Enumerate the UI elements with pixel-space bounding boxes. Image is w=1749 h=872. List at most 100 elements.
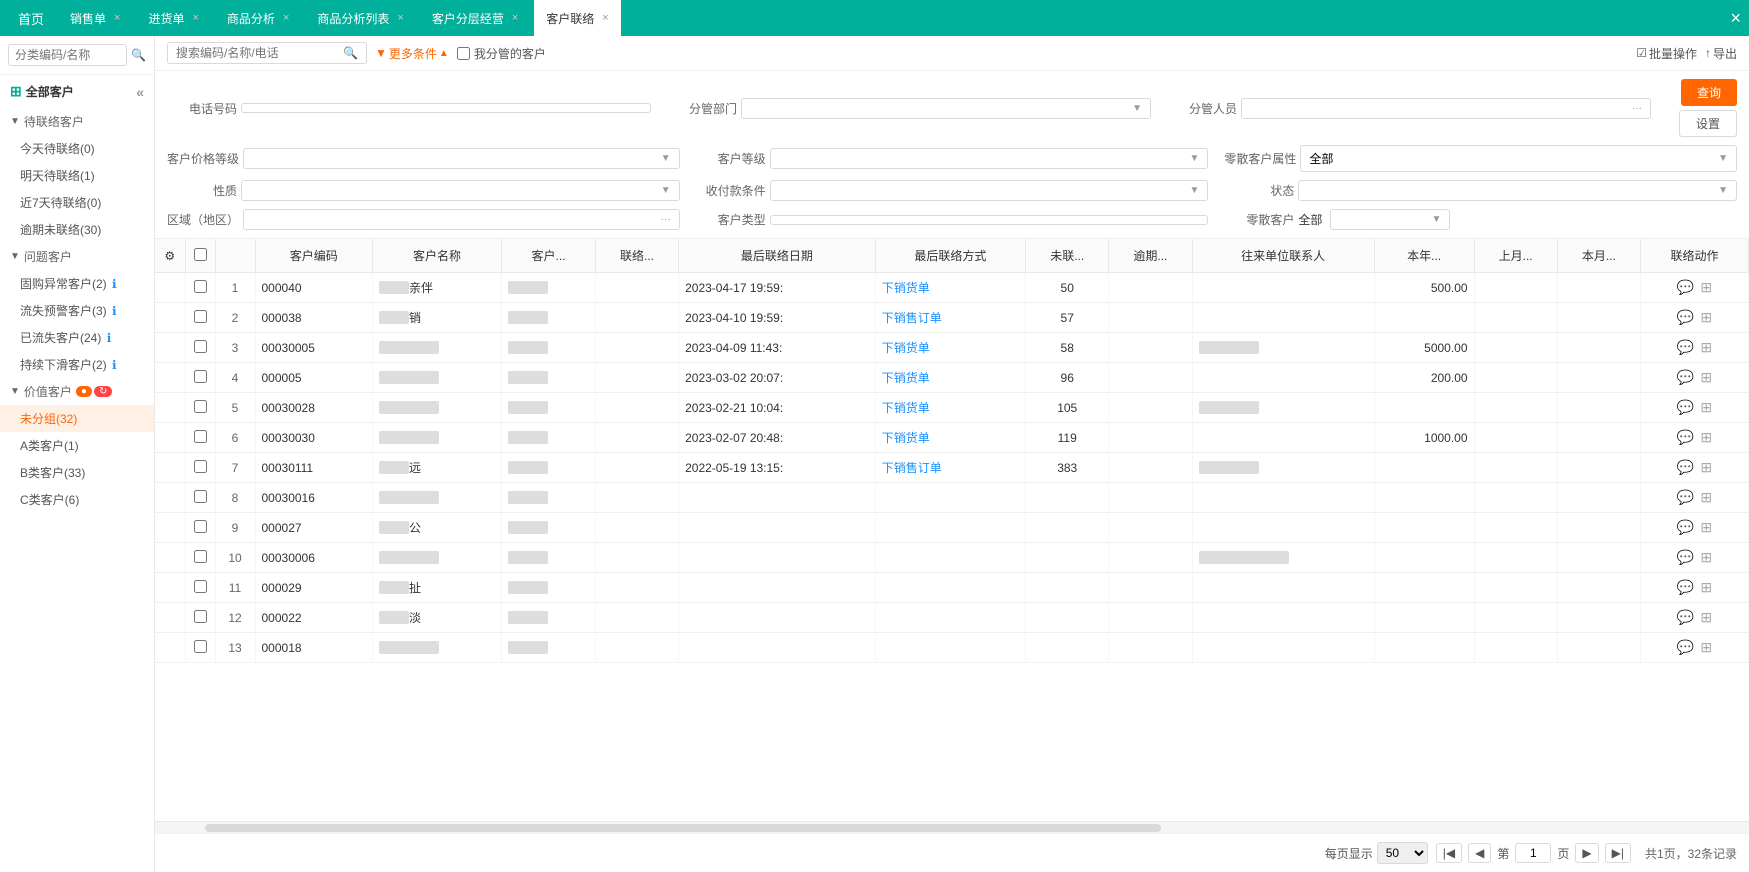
td-last-method[interactable]: 下销货单 <box>875 363 1025 393</box>
th-last-month[interactable]: 上月... <box>1474 239 1557 273</box>
row-checkbox[interactable] <box>194 580 207 593</box>
pending-group-title[interactable]: ▼ 待联络客户 <box>0 108 154 135</box>
contact-icon[interactable]: 💬 <box>1677 339 1694 356</box>
td-last-method[interactable]: 下销售订单 <box>875 303 1025 333</box>
sidebar-item-week[interactable]: 近7天待联络(0) <box>0 189 154 216</box>
contact-icon[interactable]: 💬 <box>1677 609 1694 626</box>
problem-group-title[interactable]: ▼ 问题客户 <box>0 243 154 270</box>
close-icon[interactable]: × <box>192 12 198 24</box>
batch-ops-button[interactable]: ☑ 批量操作 <box>1636 45 1697 62</box>
grid-icon[interactable]: ⊞ <box>1700 489 1712 506</box>
td-check[interactable] <box>185 633 215 663</box>
row-checkbox[interactable] <box>194 340 207 353</box>
contact-icon[interactable]: 💬 <box>1677 459 1694 476</box>
th-this-month[interactable]: 本月... <box>1557 239 1640 273</box>
sidebar-item-b-class[interactable]: B类客户(33) <box>0 459 154 486</box>
filter-search-input[interactable] <box>176 46 339 60</box>
grid-icon[interactable]: ⊞ <box>1700 519 1712 536</box>
row-checkbox[interactable] <box>194 280 207 293</box>
grid-icon[interactable]: ⊞ <box>1700 459 1712 476</box>
td-check[interactable] <box>185 333 215 363</box>
td-last-method[interactable]: 下销货单 <box>875 273 1025 303</box>
contact-icon[interactable]: 💬 <box>1677 279 1694 296</box>
horizontal-scrollbar[interactable] <box>205 824 1161 832</box>
tab-customer-seg[interactable]: 客户分层经营 × <box>420 0 530 36</box>
td-check[interactable] <box>185 513 215 543</box>
row-checkbox[interactable] <box>194 460 207 473</box>
sidebar-item-declining[interactable]: 持续下滑客户(2) ℹ <box>0 351 154 378</box>
th-type[interactable]: 客户... <box>502 239 596 273</box>
prev-page-btn[interactable]: ◀ <box>1468 843 1491 863</box>
close-icon[interactable]: × <box>114 12 120 24</box>
th-overdue[interactable]: 逾期... <box>1109 239 1192 273</box>
filter-more-btn[interactable]: ▼ 更多条件 ▲ <box>375 45 449 62</box>
th-last-method[interactable]: 最后联络方式 <box>875 239 1025 273</box>
td-check[interactable] <box>185 363 215 393</box>
last-method-link[interactable]: 下销售订单 <box>882 461 942 475</box>
last-method-link[interactable]: 下销货单 <box>882 281 930 295</box>
sidebar-item-overdue[interactable]: 逾期未联络(30) <box>0 216 154 243</box>
last-method-link[interactable]: 下销售订单 <box>882 311 942 325</box>
info-icon[interactable]: ℹ <box>112 277 117 291</box>
th-setting[interactable]: ⚙ <box>155 239 185 273</box>
td-check[interactable] <box>185 393 215 423</box>
row-checkbox[interactable] <box>194 610 207 623</box>
th-code[interactable]: 客户编码 <box>255 239 372 273</box>
td-check[interactable] <box>185 423 215 453</box>
retail-customer-select[interactable]: ▼ <box>1330 209 1450 230</box>
grid-icon[interactable]: ⊞ <box>1700 369 1712 386</box>
contact-icon[interactable]: 💬 <box>1677 519 1694 536</box>
sidebar-item-tomorrow[interactable]: 明天待联络(1) <box>0 162 154 189</box>
row-checkbox[interactable] <box>194 490 207 503</box>
export-button[interactable]: ↑ 导出 <box>1705 45 1737 62</box>
th-unit-contact[interactable]: 往来单位联系人 <box>1192 239 1374 273</box>
row-checkbox[interactable] <box>194 640 207 653</box>
grid-icon[interactable]: ⊞ <box>1700 579 1712 596</box>
td-last-method[interactable] <box>875 603 1025 633</box>
payment-select[interactable]: ▼ <box>770 180 1209 201</box>
close-window-button[interactable]: × <box>1730 8 1741 29</box>
contact-icon[interactable]: 💬 <box>1677 639 1694 656</box>
contact-icon[interactable]: 💬 <box>1677 369 1694 386</box>
info-icon-2[interactable]: ℹ <box>112 304 117 318</box>
retail-attr-select[interactable]: 全部 ▼ <box>1300 145 1737 172</box>
td-check[interactable] <box>185 453 215 483</box>
td-check[interactable] <box>185 483 215 513</box>
close-icon[interactable]: × <box>512 12 518 24</box>
td-last-method[interactable] <box>875 513 1025 543</box>
last-method-link[interactable]: 下销货单 <box>882 401 930 415</box>
close-icon[interactable]: × <box>397 12 403 24</box>
sidebar-collapse-icon[interactable]: « <box>136 84 144 100</box>
grid-icon[interactable]: ⊞ <box>1700 609 1712 626</box>
last-page-btn[interactable]: ▶| <box>1605 843 1631 863</box>
th-name[interactable]: 客户名称 <box>372 239 501 273</box>
sidebar-item-today[interactable]: 今天待联络(0) <box>0 135 154 162</box>
value-group-title[interactable]: ▼ 价值客户 ● ↻ <box>0 378 154 405</box>
query-button[interactable]: 查询 <box>1681 79 1737 106</box>
close-icon[interactable]: × <box>283 12 289 24</box>
grid-icon[interactable]: ⊞ <box>1700 549 1712 566</box>
sidebar-item-churn-warning[interactable]: 流失预警客户(3) ℹ <box>0 297 154 324</box>
grid-icon[interactable]: ⊞ <box>1700 309 1712 326</box>
tab-sales[interactable]: 销售单 × <box>58 0 132 36</box>
select-all-checkbox[interactable] <box>194 248 207 261</box>
row-checkbox[interactable] <box>194 310 207 323</box>
sidebar-search-icon[interactable]: 🔍 <box>131 48 146 62</box>
td-last-method[interactable] <box>875 633 1025 663</box>
th-last-date[interactable]: 最后联络日期 <box>679 239 876 273</box>
td-check[interactable] <box>185 303 215 333</box>
region-select[interactable]: ··· <box>243 209 680 230</box>
nav-home[interactable]: 首页 <box>8 9 54 28</box>
my-customers-check[interactable] <box>457 47 470 60</box>
sidebar-item-a-class[interactable]: A类客户(1) <box>0 432 154 459</box>
price-level-select[interactable]: ▼ <box>243 148 680 169</box>
customer-type-select[interactable] <box>770 215 1209 225</box>
row-checkbox[interactable] <box>194 430 207 443</box>
row-checkbox[interactable] <box>194 520 207 533</box>
contact-icon[interactable]: 💬 <box>1677 489 1694 506</box>
grid-icon[interactable]: ⊞ <box>1700 339 1712 356</box>
td-check[interactable] <box>185 543 215 573</box>
td-last-method[interactable]: 下销售订单 <box>875 453 1025 483</box>
contact-icon[interactable]: 💬 <box>1677 549 1694 566</box>
td-check[interactable] <box>185 573 215 603</box>
